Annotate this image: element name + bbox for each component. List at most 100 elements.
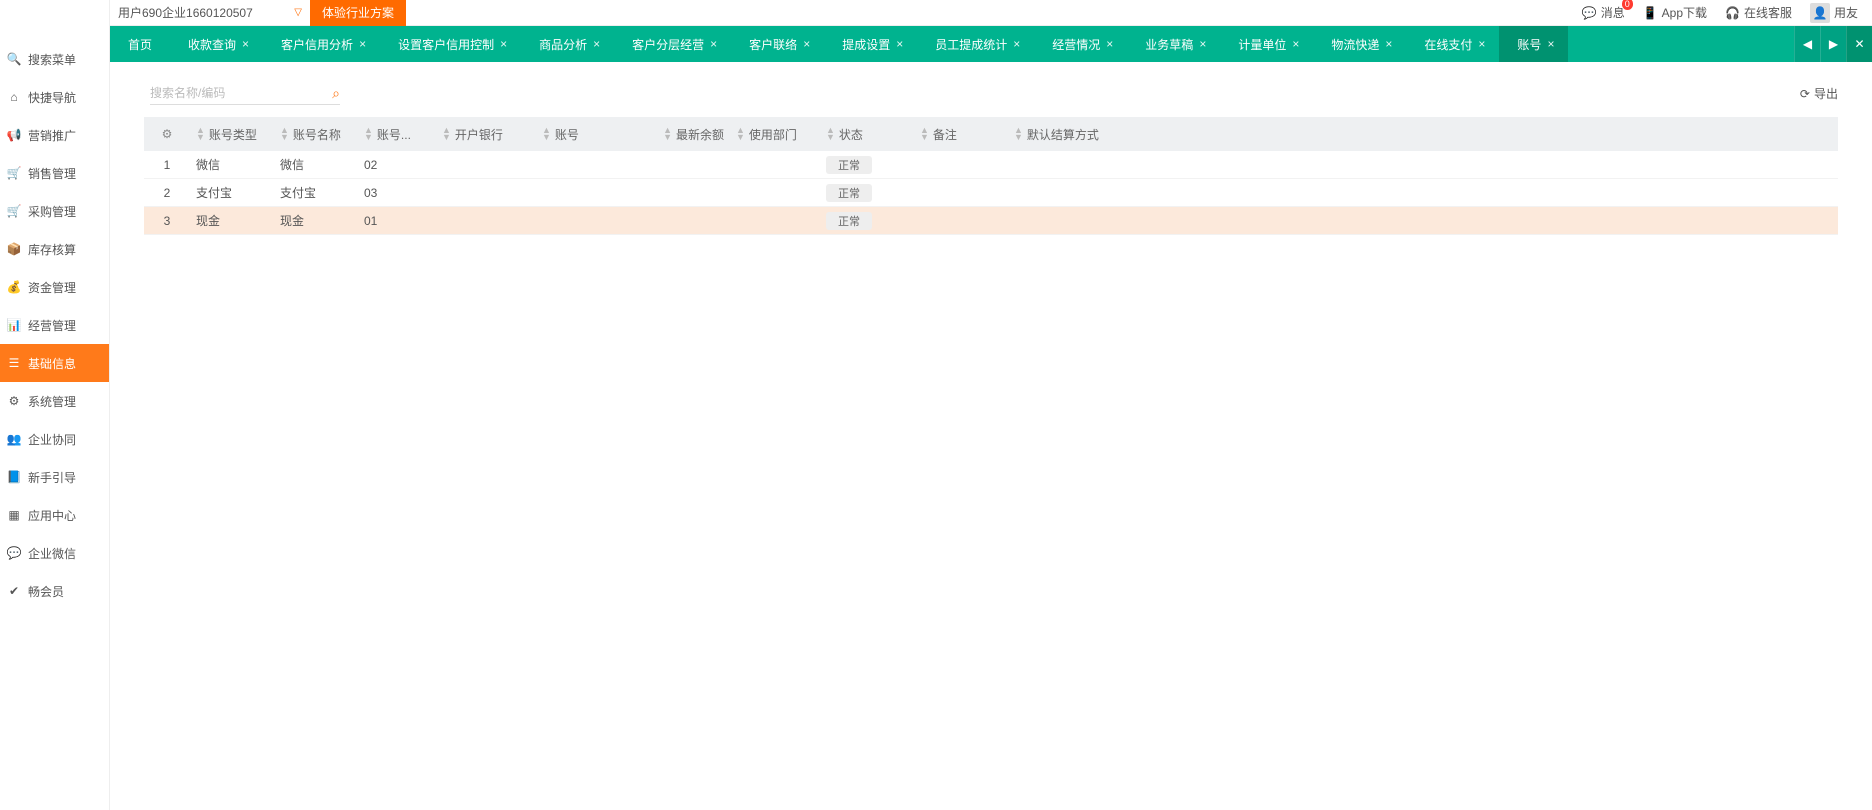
cell-dept: [730, 151, 820, 178]
table-row[interactable]: 3 现金 现金 01 正常: [144, 207, 1838, 235]
col-remark[interactable]: ▲▼备注: [914, 117, 1008, 151]
sidebar-item-8[interactable]: ☰基础信息: [0, 344, 109, 382]
tab-label: 提成设置: [842, 36, 890, 53]
sidebar-item-label: 快捷导航: [28, 89, 76, 106]
tab-12[interactable]: 在线支付×: [1406, 26, 1499, 62]
col-acct[interactable]: ▲▼账号: [536, 117, 630, 151]
sidebar-item-0[interactable]: 🔍搜索菜单: [0, 40, 109, 78]
money-icon: 💰: [6, 280, 22, 294]
col-dept[interactable]: ▲▼使用部门: [730, 117, 820, 151]
cell-name: 微信: [274, 151, 358, 178]
table-row[interactable]: 1 微信 微信 02 正常: [144, 151, 1838, 179]
cell-type: 现金: [190, 207, 274, 234]
close-icon[interactable]: ×: [1547, 37, 1554, 51]
tab-8[interactable]: 经营情况×: [1034, 26, 1127, 62]
search-input[interactable]: [150, 82, 332, 104]
col-balance[interactable]: ▲▼最新余额: [630, 117, 730, 151]
col-short[interactable]: ▲▼账号...: [358, 117, 436, 151]
sidebar-item-2[interactable]: 📢营销推广: [0, 116, 109, 154]
sidebar-item-10[interactable]: 👥企业协同: [0, 420, 109, 458]
tab-9[interactable]: 业务草稿×: [1127, 26, 1220, 62]
export-button[interactable]: ⟳ 导出: [1800, 85, 1838, 102]
status-badge: 正常: [826, 156, 872, 174]
company-selector[interactable]: 用户690企业1660120507 ▽: [110, 0, 310, 26]
col-bank[interactable]: ▲▼开户银行: [436, 117, 536, 151]
username-label: 用友: [1834, 4, 1858, 21]
close-icon[interactable]: ×: [803, 37, 810, 51]
search-icon: 🔍: [6, 52, 22, 66]
sidebar-item-13[interactable]: 💬企业微信: [0, 534, 109, 572]
sidebar-item-11[interactable]: 📘新手引导: [0, 458, 109, 496]
tab-label: 物流快递: [1331, 36, 1379, 53]
vip-icon: ✔: [6, 584, 22, 598]
info-icon: ☰: [6, 356, 22, 370]
sidebar-item-4[interactable]: 🛒采购管理: [0, 192, 109, 230]
cell-bank: [436, 179, 536, 206]
table-row[interactable]: 2 支付宝 支付宝 03 正常: [144, 179, 1838, 207]
col-status[interactable]: ▲▼状态: [820, 117, 914, 151]
close-icon[interactable]: ×: [1385, 37, 1392, 51]
sidebar-item-3[interactable]: 🛒销售管理: [0, 154, 109, 192]
close-icon[interactable]: ×: [1292, 37, 1299, 51]
close-icon[interactable]: ×: [500, 37, 507, 51]
cart-icon: 🛒: [6, 166, 22, 180]
close-icon[interactable]: ×: [242, 37, 249, 51]
close-icon[interactable]: ×: [593, 37, 600, 51]
tab-4[interactable]: 客户分层经营×: [614, 26, 731, 62]
tab-11[interactable]: 物流快递 ×: [1313, 26, 1406, 62]
app-download-label: App下载: [1662, 4, 1707, 21]
close-icon[interactable]: ×: [1478, 37, 1485, 51]
messages-link[interactable]: 💬 消息 0: [1582, 4, 1625, 21]
sidebar-item-7[interactable]: 📊经营管理: [0, 306, 109, 344]
tab-10[interactable]: 计量单位 ×: [1220, 26, 1313, 62]
tab-2[interactable]: 设置客户信用控制×: [380, 26, 521, 62]
table-header: ⚙ ▲▼账号类型 ▲▼账号名称 ▲▼账号... ▲▼开户银行 ▲▼账号 ▲▼最新…: [144, 117, 1838, 151]
sidebar-item-14[interactable]: ✔畅会员: [0, 572, 109, 610]
user-menu[interactable]: 👤 用友: [1810, 3, 1858, 23]
sidebar: 🔍搜索菜单⌂快捷导航📢营销推广🛒销售管理🛒采购管理📦库存核算💰资金管理📊经营管理…: [0, 0, 110, 810]
tab-5[interactable]: 客户联络×: [731, 26, 824, 62]
close-icon[interactable]: ×: [896, 37, 903, 51]
message-icon: 💬: [1582, 6, 1597, 20]
sidebar-item-1[interactable]: ⌂快捷导航: [0, 78, 109, 116]
tab-13[interactable]: 账号×: [1499, 26, 1568, 62]
sidebar-item-label: 经营管理: [28, 317, 76, 334]
col-type[interactable]: ▲▼账号类型: [190, 117, 274, 151]
col-name[interactable]: ▲▼账号名称: [274, 117, 358, 151]
cell-bank: [436, 151, 536, 178]
tab-3[interactable]: 商品分析×: [521, 26, 614, 62]
tab-home[interactable]: 首页: [110, 26, 170, 62]
search-icon[interactable]: ⌕: [332, 85, 340, 102]
cell-status: 正常: [820, 179, 914, 206]
cell-short: 01: [358, 207, 436, 234]
online-service-link[interactable]: 🎧 在线客服: [1725, 4, 1792, 21]
settings-column[interactable]: ⚙: [144, 117, 190, 151]
app-download-link[interactable]: 📱 App下载: [1643, 4, 1707, 21]
close-icon[interactable]: ×: [710, 37, 717, 51]
export-icon: ⟳: [1800, 87, 1810, 101]
sidebar-item-5[interactable]: 📦库存核算: [0, 230, 109, 268]
sidebar-item-12[interactable]: ▦应用中心: [0, 496, 109, 534]
tab-1[interactable]: 客户信用分析×: [263, 26, 380, 62]
tab-scroll-left[interactable]: ◀: [1794, 26, 1820, 62]
close-icon[interactable]: ×: [1199, 37, 1206, 51]
tab-label: 计量单位: [1238, 36, 1286, 53]
close-icon[interactable]: ×: [1013, 37, 1020, 51]
sidebar-item-6[interactable]: 💰资金管理: [0, 268, 109, 306]
tab-7[interactable]: 员工提成统计×: [917, 26, 1034, 62]
sidebar-item-label: 企业协同: [28, 431, 76, 448]
tab-scroll-right[interactable]: ▶: [1820, 26, 1846, 62]
close-icon[interactable]: ×: [1106, 37, 1113, 51]
tab-6[interactable]: 提成设置 ×: [824, 26, 917, 62]
experience-button[interactable]: 体验行业方案: [310, 0, 406, 26]
cell-index: 2: [144, 179, 190, 206]
cell-settle: [1008, 207, 1838, 234]
avatar-icon: 👤: [1810, 3, 1830, 23]
tab-0[interactable]: 收款查询×: [170, 26, 263, 62]
col-settle[interactable]: ▲▼默认结算方式: [1008, 117, 1838, 151]
close-icon[interactable]: ×: [359, 37, 366, 51]
status-badge: 正常: [826, 184, 872, 202]
tab-close-all[interactable]: ✕: [1846, 26, 1872, 62]
sidebar-item-9[interactable]: ⚙系统管理: [0, 382, 109, 420]
cell-acct: [536, 179, 630, 206]
